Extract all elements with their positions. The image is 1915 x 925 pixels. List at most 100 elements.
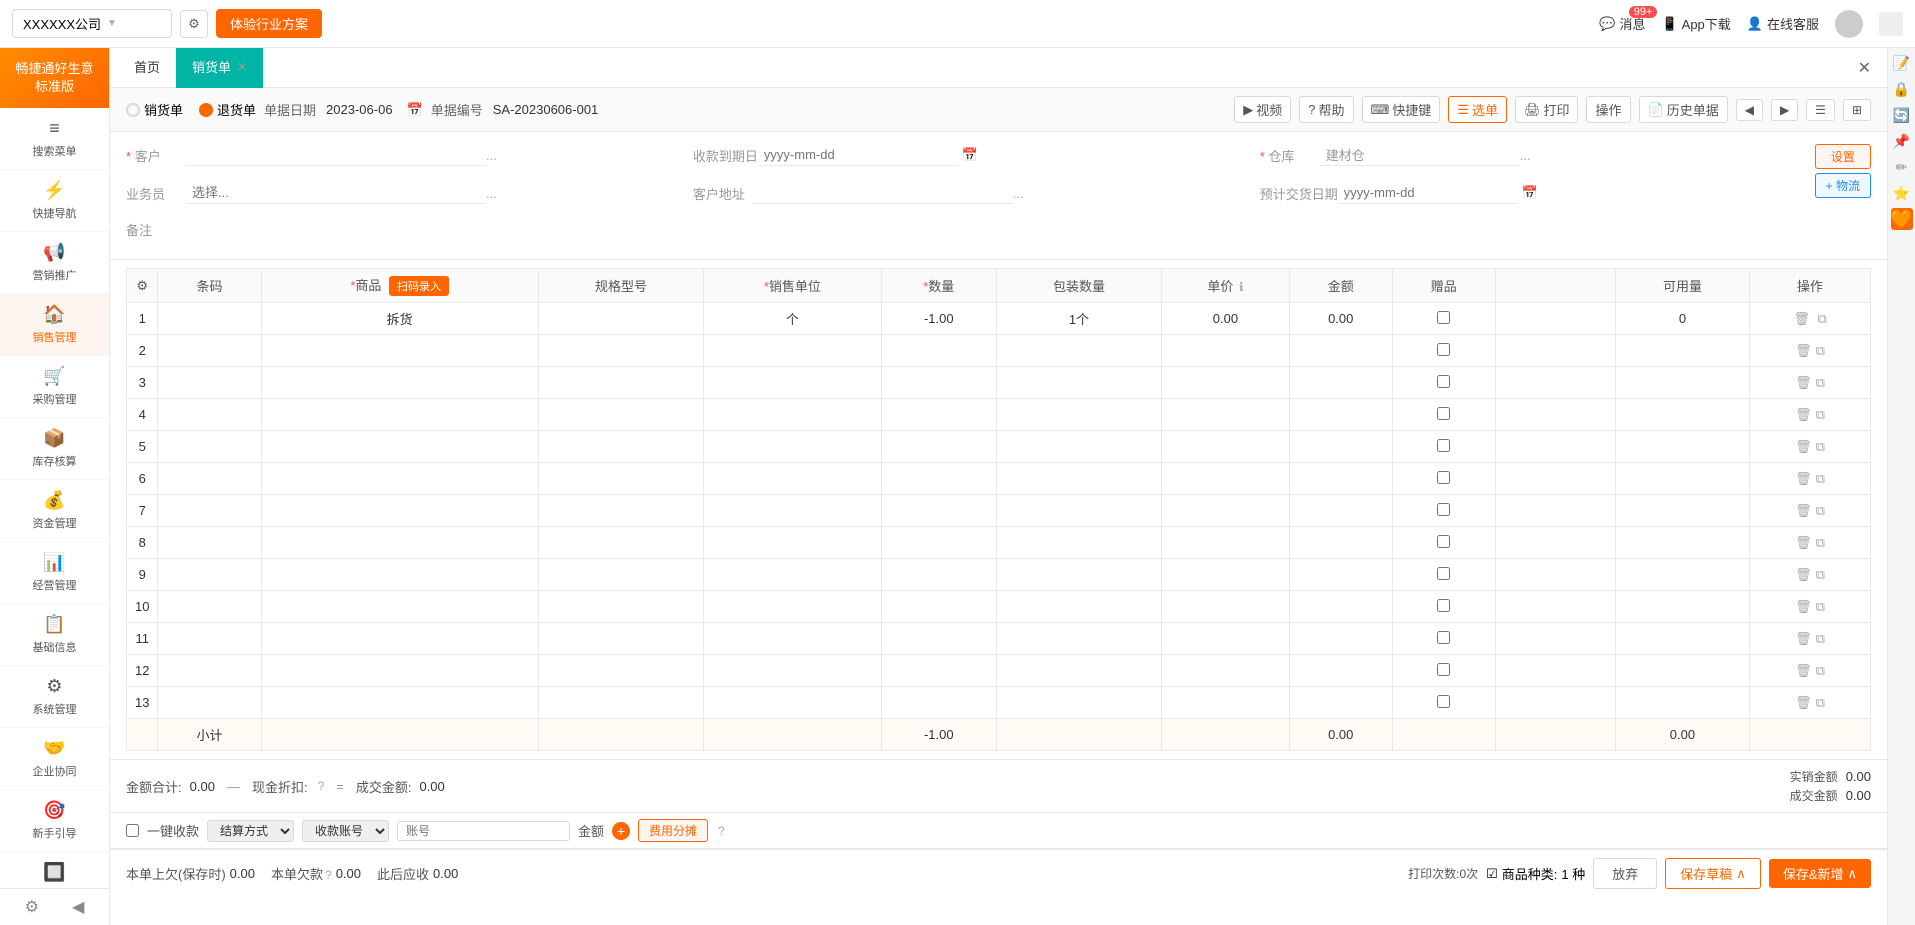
row-spec[interactable] xyxy=(538,303,703,335)
one-click-checkbox[interactable] xyxy=(126,824,139,837)
row-price[interactable]: 0.00 xyxy=(1162,303,1289,335)
toolbar-history-btn[interactable]: 📄 历史单据 xyxy=(1639,96,1728,123)
payment-amount-input[interactable] xyxy=(397,821,570,841)
tab-close-icon[interactable]: ✕ xyxy=(237,60,247,74)
due-date-input[interactable] xyxy=(758,144,958,166)
company-selector[interactable]: XXXXXX公司 ▼ xyxy=(12,9,172,38)
toolbar-print-btn[interactable]: 🖨 打印 xyxy=(1515,96,1579,123)
copy-icon[interactable]: ⧉ xyxy=(1816,471,1825,486)
row-unit[interactable]: 个 xyxy=(704,303,882,335)
sidebar-item-search[interactable]: ≡ 搜索菜单 xyxy=(0,108,109,170)
delete-icon[interactable]: 🗑 xyxy=(1795,631,1812,646)
toolbar-operation-btn[interactable]: 操作 xyxy=(1586,96,1630,123)
delete-icon[interactable]: 🗑 xyxy=(1795,343,1812,358)
warehouse-dots[interactable]: ... xyxy=(1520,148,1531,163)
sidebar-item-sales[interactable]: 🏠 销售管理 xyxy=(0,294,109,356)
row-qty[interactable]: -1.00 xyxy=(881,303,996,335)
add-payment-button[interactable]: + xyxy=(612,822,630,840)
sidebar-item-appstore[interactable]: 🔲 应用中心 xyxy=(0,852,109,888)
th-settings[interactable]: ⚙ xyxy=(127,269,158,303)
toolbar-help-btn[interactable]: ? 帮助 xyxy=(1299,96,1353,123)
logistics-button[interactable]: + 物流 xyxy=(1815,173,1871,198)
due-date-calendar-icon[interactable]: 📅 xyxy=(962,147,978,163)
copy-icon[interactable]: ⧉ xyxy=(1816,631,1825,646)
copy-icon[interactable]: ⧉ xyxy=(1816,535,1825,550)
row-pkg-qty[interactable]: 1个 xyxy=(996,303,1161,335)
window-close-button[interactable]: ✕ xyxy=(1850,58,1879,78)
app-download-button[interactable]: 📱 App下载 xyxy=(1661,14,1730,33)
sidebar-item-marketing[interactable]: 📢 营销推广 xyxy=(0,232,109,294)
radio-return[interactable]: 退货单 xyxy=(199,100,256,119)
delete-icon[interactable]: 🗑 xyxy=(1795,535,1812,550)
online-service-button[interactable]: 👤 在线客服 xyxy=(1747,14,1819,33)
payment-method-select[interactable]: 结算方式 xyxy=(207,820,294,842)
salesperson-dots[interactable]: ... xyxy=(486,186,497,201)
message-button[interactable]: 💬 消息 99+ xyxy=(1599,14,1645,33)
toolbar-view-list[interactable]: ☰ xyxy=(1806,99,1835,121)
copy-icon[interactable]: ⧉ xyxy=(1816,375,1825,390)
copy-icon[interactable]: ⧉ xyxy=(1816,695,1825,710)
rs-notes-btn[interactable]: 📝 xyxy=(1891,52,1913,74)
copy-icon[interactable]: ⧉ xyxy=(1816,503,1825,518)
sidebar-item-system[interactable]: ⚙ 系统管理 xyxy=(0,666,109,728)
sidebar-settings-icon[interactable]: ⚙ xyxy=(25,897,39,917)
sidebar-item-basic[interactable]: 📋 基础信息 xyxy=(0,604,109,666)
sidebar-item-finance[interactable]: 💰 资金管理 xyxy=(0,480,109,542)
delete-icon[interactable]: 🗑 xyxy=(1795,567,1812,582)
address-dots[interactable]: ... xyxy=(1013,186,1024,201)
delete-icon[interactable]: 🗑 xyxy=(1793,311,1810,326)
avatar[interactable] xyxy=(1835,10,1863,38)
scan-button[interactable]: 扫码录入 xyxy=(389,276,449,296)
row-amount[interactable]: 0.00 xyxy=(1289,303,1392,335)
expense-split-button[interactable]: 费用分摊 xyxy=(638,819,708,842)
rs-orange-btn[interactable]: 🧡 xyxy=(1891,208,1913,230)
warehouse-input[interactable] xyxy=(1320,144,1520,166)
rs-star-btn[interactable]: ⭐ xyxy=(1891,182,1913,204)
discard-button[interactable]: 放弃 xyxy=(1593,858,1657,889)
expected-date-calendar-icon[interactable]: 📅 xyxy=(1522,185,1538,201)
radio-sale[interactable]: 销货单 xyxy=(126,100,183,119)
delete-icon[interactable]: 🗑 xyxy=(1795,375,1812,390)
sidebar-item-collab[interactable]: 🤝 企业协同 xyxy=(0,728,109,790)
toolbar-nav-prev[interactable]: ◀ xyxy=(1736,99,1763,121)
sidebar-item-inventory[interactable]: 📦 库存核算 xyxy=(0,418,109,480)
copy-icon[interactable]: ⧉ xyxy=(1816,343,1825,358)
row-gift[interactable] xyxy=(1392,303,1495,335)
toolbar-video-btn[interactable]: ▶ 视频 xyxy=(1234,96,1291,123)
sidebar-item-purchase[interactable]: 🛒 采购管理 xyxy=(0,356,109,418)
save-new-button[interactable]: 保存&新增 ∧ xyxy=(1769,859,1871,888)
delete-icon[interactable]: 🗑 xyxy=(1795,407,1812,422)
expected-date-input[interactable] xyxy=(1338,182,1518,204)
settings-icon[interactable]: ⚙ xyxy=(180,10,208,38)
sidebar-item-guide[interactable]: 🎯 新手引导 xyxy=(0,790,109,852)
delete-icon[interactable]: 🗑 xyxy=(1795,503,1812,518)
customer-address-input[interactable] xyxy=(753,182,1013,204)
settings-button[interactable]: 设置 xyxy=(1815,144,1871,169)
copy-icon[interactable]: ⧉ xyxy=(1816,567,1825,582)
row-product[interactable]: 拆货 xyxy=(261,303,538,335)
date-calendar-icon[interactable]: 📅 xyxy=(407,102,423,118)
delete-icon[interactable]: 🗑 xyxy=(1795,471,1812,486)
save-draft-button[interactable]: 保存草稿 ∧ xyxy=(1665,858,1761,889)
rs-pin-btn[interactable]: 📌 xyxy=(1891,130,1913,152)
toolbar-shortcut-btn[interactable]: ⌨ 快捷键 xyxy=(1362,96,1441,123)
trial-button[interactable]: 体验行业方案 xyxy=(216,9,322,38)
toolbar-nav-next[interactable]: ▶ xyxy=(1771,99,1798,121)
payment-account-select[interactable]: 收款账号 xyxy=(302,820,389,842)
delete-icon[interactable]: 🗑 xyxy=(1795,599,1812,614)
sidebar-collapse-icon[interactable]: ◀ xyxy=(72,897,84,917)
customer-dots[interactable]: ... xyxy=(486,148,497,163)
rs-edit-btn[interactable]: ✏ xyxy=(1891,156,1913,178)
tab-sales-order[interactable]: 销货单 ✕ xyxy=(176,48,263,88)
row-barcode[interactable] xyxy=(158,303,261,335)
delete-icon[interactable]: 🗑 xyxy=(1795,439,1812,454)
copy-icon[interactable]: ⧉ xyxy=(1817,311,1826,326)
copy-icon[interactable]: ⧉ xyxy=(1816,663,1825,678)
toolbar-view-grid[interactable]: ⊞ xyxy=(1843,99,1871,121)
tab-home[interactable]: 首页 xyxy=(118,48,176,88)
sidebar-item-quicknav[interactable]: ⚡ 快捷导航 xyxy=(0,170,109,232)
delete-icon[interactable]: 🗑 xyxy=(1795,663,1812,678)
copy-icon[interactable]: ⧉ xyxy=(1816,599,1825,614)
salesperson-input[interactable] xyxy=(186,182,486,204)
copy-icon[interactable]: ⧉ xyxy=(1816,407,1825,422)
